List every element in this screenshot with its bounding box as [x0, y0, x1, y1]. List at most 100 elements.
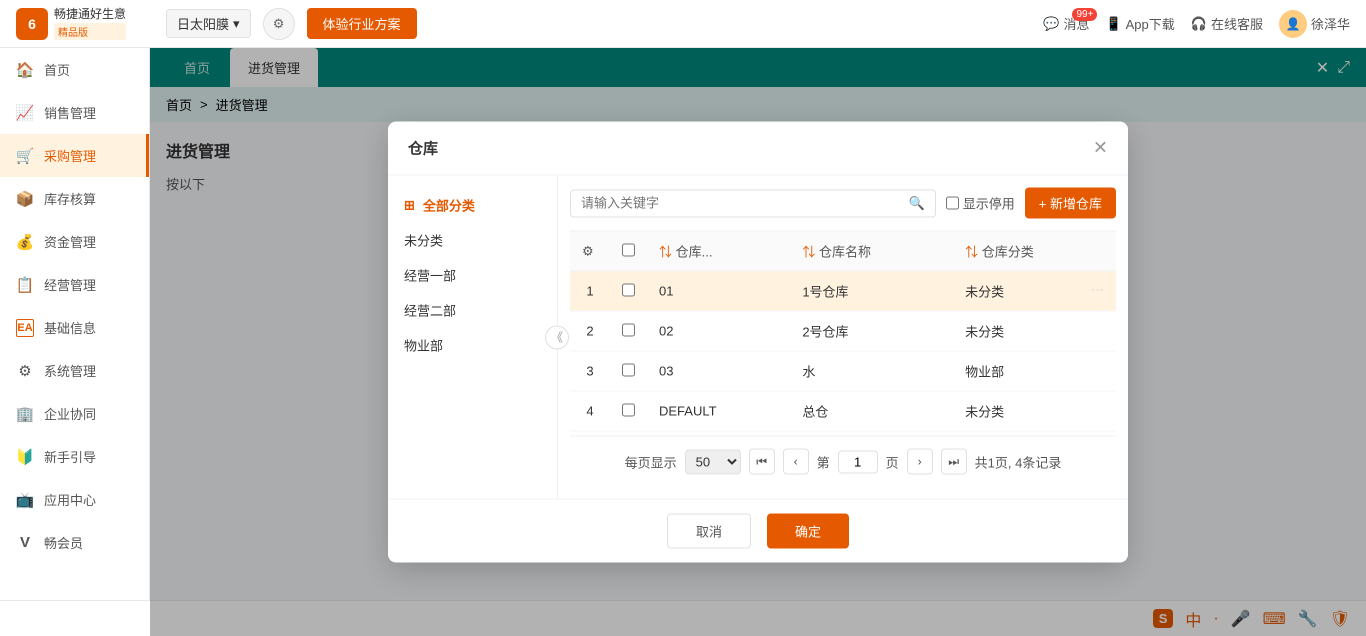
message-action[interactable]: 💬 消息 99+	[1043, 14, 1089, 33]
sidebar-item-app-center[interactable]: 📺 应用中心	[0, 478, 149, 521]
sidebar-item-guide[interactable]: 🔰 新手引导	[0, 435, 149, 478]
table-row[interactable]: 3 03 水 物业部	[570, 351, 1116, 391]
online-service-action[interactable]: 🎧 在线客服	[1191, 14, 1263, 33]
logo-area: 6 畅捷通好生意 精品版	[16, 7, 166, 40]
per-page-label: 每页显示	[625, 452, 677, 471]
category-label: 物业部	[404, 336, 443, 355]
modal-close-button[interactable]: ✕	[1093, 138, 1108, 159]
headset-icon: 🎧	[1191, 16, 1207, 32]
per-page-select[interactable]: 50 100 200	[685, 449, 741, 474]
table-row[interactable]: 1 01 1号仓库 未分类 ···	[570, 271, 1116, 311]
th-code-label: 仓库...	[676, 245, 713, 260]
th-settings[interactable]: ⚙	[570, 231, 610, 271]
sort-icon: ⇅	[802, 245, 815, 260]
collapse-button[interactable]: 《	[545, 325, 569, 349]
logo-icon: 6	[16, 8, 48, 40]
cell-checkbox[interactable]	[610, 271, 647, 311]
cell-category: 未分类	[953, 311, 1116, 351]
prev-page-button[interactable]: ‹	[783, 449, 809, 475]
sidebar-item-purchase[interactable]: 🛒 采购管理	[0, 134, 149, 177]
category-ops2[interactable]: 经营二部	[388, 293, 557, 328]
sidebar-item-enterprise[interactable]: 🏢 企业协同	[0, 392, 149, 435]
add-warehouse-button[interactable]: + 新增仓库	[1025, 188, 1116, 219]
show-disabled-label[interactable]: 显示停用	[946, 194, 1015, 213]
show-disabled-checkbox[interactable]	[946, 197, 959, 210]
table-row[interactable]: 4 DEFAULT 总仓 未分类	[570, 391, 1116, 431]
search-icon[interactable]: 🔍	[909, 195, 925, 211]
sidebar-item-sales[interactable]: 📈 销售管理	[0, 91, 149, 134]
cancel-button[interactable]: 取消	[667, 514, 751, 549]
sidebar-item-member[interactable]: V 畅会员	[0, 521, 149, 564]
th-code[interactable]: ⇅ 仓库...	[647, 231, 790, 271]
warehouse-table: ⚙ ⇅ 仓库... ⇅	[570, 231, 1116, 432]
cell-index: 3	[570, 351, 610, 391]
th-category-label: 仓库分类	[982, 245, 1034, 260]
cell-checkbox[interactable]	[610, 391, 647, 431]
cell-name: 水	[790, 351, 953, 391]
app-download-action[interactable]: 📱 App下载	[1105, 14, 1174, 33]
page-input[interactable]	[838, 450, 878, 473]
table-body: 1 01 1号仓库 未分类 ··· 2 02 2号仓库 未分类 3 03 水 物…	[570, 271, 1116, 431]
cell-name: 总仓	[790, 391, 953, 431]
cell-checkbox[interactable]	[610, 311, 647, 351]
confirm-button[interactable]: 确定	[767, 514, 849, 549]
sidebar-item-label: 应用中心	[44, 490, 96, 509]
cell-category: 未分类	[953, 391, 1116, 431]
th-category[interactable]: ⇅ 仓库分类	[953, 231, 1116, 271]
sidebar-item-label: 库存核算	[44, 189, 96, 208]
mobile-icon: 📱	[1105, 16, 1121, 32]
category-all[interactable]: ⊞ 全部分类	[388, 188, 557, 223]
select-all-checkbox[interactable]	[622, 243, 635, 256]
online-service-label: 在线客服	[1211, 14, 1263, 33]
modal-title: 仓库	[408, 138, 438, 159]
store-name: 日太阳膜	[177, 14, 229, 33]
sidebar-item-home[interactable]: 🏠 首页	[0, 48, 149, 91]
sidebar-item-label: 新手引导	[44, 447, 96, 466]
page-prefix: 第	[817, 452, 830, 471]
sidebar-item-label: 经营管理	[44, 275, 96, 294]
first-page-button[interactable]: ⏮	[749, 449, 775, 475]
sidebar-item-system[interactable]: ⚙ 系统管理	[0, 349, 149, 392]
message-icon: 💬	[1043, 16, 1059, 32]
cell-code: 03	[647, 351, 790, 391]
app-badge: 精品版	[54, 23, 126, 40]
category-ops1[interactable]: 经营一部	[388, 258, 557, 293]
header-middle: 日太阳膜 ▾ ⚙ 体验行业方案	[166, 8, 1043, 40]
gear-button[interactable]: ⚙	[263, 8, 295, 40]
sidebar-item-operations[interactable]: 📋 经营管理	[0, 263, 149, 306]
page-suffix: 页	[886, 452, 899, 471]
th-name[interactable]: ⇅ 仓库名称	[790, 231, 953, 271]
table-row[interactable]: 2 02 2号仓库 未分类	[570, 311, 1116, 351]
next-page-button[interactable]: ›	[907, 449, 933, 475]
grid-icon: ⊞	[404, 197, 415, 213]
modal-footer: 取消 确定	[388, 499, 1128, 563]
cell-checkbox[interactable]	[610, 351, 647, 391]
search-input[interactable]	[581, 196, 903, 211]
th-checkbox[interactable]	[610, 231, 647, 271]
cell-name: 2号仓库	[790, 311, 953, 351]
category-label: 经营二部	[404, 301, 456, 320]
show-disabled-text: 显示停用	[963, 194, 1015, 213]
member-icon: V	[16, 534, 34, 552]
sidebar-item-finance[interactable]: 💰 资金管理	[0, 220, 149, 263]
sidebar-item-label: 采购管理	[44, 146, 96, 165]
sidebar-item-basic-info[interactable]: EA 基础信息	[0, 306, 149, 349]
sidebar-item-label: 首页	[44, 60, 70, 79]
total-label: 共1页, 4条记录	[975, 452, 1062, 471]
trial-button[interactable]: 体验行业方案	[307, 8, 417, 39]
sidebar-item-label: 畅会员	[44, 533, 83, 552]
store-selector[interactable]: 日太阳膜 ▾	[166, 9, 251, 38]
cell-index: 1	[570, 271, 610, 311]
user-action[interactable]: 👤 徐泽华	[1279, 10, 1350, 38]
sidebar-item-label: 基础信息	[44, 318, 96, 337]
sidebar-item-label: 销售管理	[44, 103, 96, 122]
category-label: 未分类	[404, 231, 443, 250]
sidebar-item-inventory[interactable]: 📦 库存核算	[0, 177, 149, 220]
cell-index: 4	[570, 391, 610, 431]
search-box: 🔍	[570, 189, 936, 217]
category-unclassified[interactable]: 未分类	[388, 223, 557, 258]
main-content: 首页 进货管理 ✕ ⤢ 首页 > 进货管理 进货管理 按以下	[150, 48, 1366, 636]
last-page-button[interactable]: ⏭	[941, 449, 967, 475]
category-property[interactable]: 物业部	[388, 328, 557, 363]
avatar: 👤	[1279, 10, 1307, 38]
